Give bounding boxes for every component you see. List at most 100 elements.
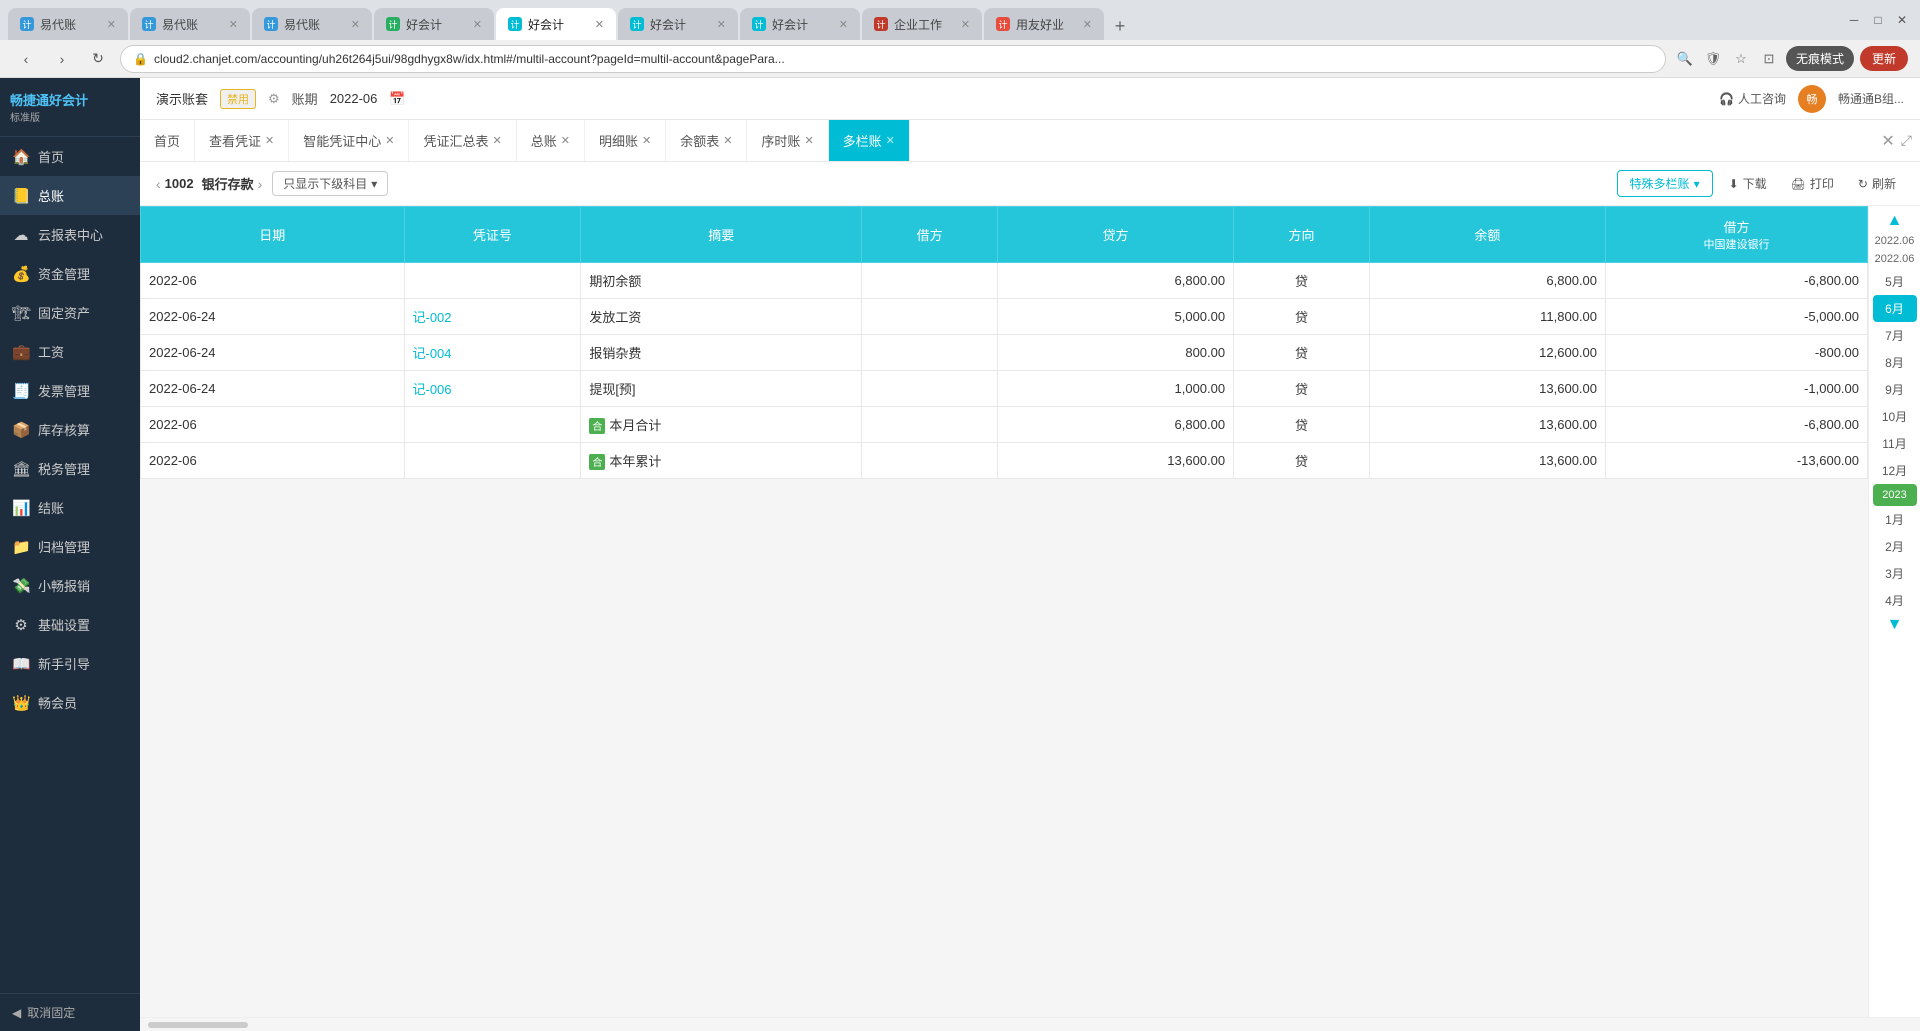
voucher-link[interactable]: 记-002 xyxy=(413,310,452,325)
tab-close-btn[interactable]: ✕ xyxy=(961,18,970,31)
sidebar-item-tax[interactable]: 🏛 税务管理 xyxy=(0,449,140,488)
month-apr[interactable]: 4月 xyxy=(1873,587,1917,614)
browser-tab-4[interactable]: 计 好会计 ✕ xyxy=(496,8,616,40)
tab-close-btn[interactable]: ✕ xyxy=(1083,18,1092,31)
new-tab-button[interactable]: + xyxy=(1106,12,1134,40)
calendar-icon[interactable]: 📅 xyxy=(389,91,405,107)
month-dec[interactable]: 12月 xyxy=(1873,457,1917,484)
settings-icon[interactable]: ⚙ xyxy=(268,91,280,107)
sidebar-item-ledger[interactable]: 📒 总账 xyxy=(0,176,140,215)
sidebar-item-settings[interactable]: ⚙ 基础设置 xyxy=(0,605,140,644)
tab-close-btn[interactable]: ✕ xyxy=(839,18,848,31)
print-button[interactable]: 🖨 打印 xyxy=(1783,171,1842,196)
tab-detail-ledger[interactable]: 明细账 ✕ xyxy=(585,120,666,162)
sidebar-item-fixed-assets[interactable]: 🏗 固定资产 xyxy=(0,293,140,332)
sidebar-item-cloud-reports[interactable]: ☁ 云报表中心 xyxy=(0,215,140,254)
tab-close-btn[interactable]: ✕ xyxy=(473,18,482,31)
tab-view-voucher[interactable]: 查看凭证 ✕ xyxy=(195,120,289,162)
next-subject-btn[interactable]: › xyxy=(258,176,263,192)
tab-close-btn[interactable]: ✕ xyxy=(595,18,604,31)
sidebar-item-vip[interactable]: 👑 畅会员 xyxy=(0,683,140,722)
sidebar-item-archive[interactable]: 📁 归档管理 xyxy=(0,527,140,566)
star-icon[interactable]: ☆ xyxy=(1730,48,1752,70)
month-jun[interactable]: 6月 xyxy=(1873,295,1917,322)
tab-close-icon[interactable]: ✕ xyxy=(642,134,651,147)
sidebar-item-invoice[interactable]: 🧾 发票管理 xyxy=(0,371,140,410)
back-btn[interactable]: ‹ xyxy=(12,45,40,73)
download-button[interactable]: ⬇ 下载 xyxy=(1721,171,1775,196)
sidebar-item-home[interactable]: 🏠 首页 xyxy=(0,137,140,176)
tab-close-icon[interactable]: ✕ xyxy=(723,134,732,147)
special-account-button[interactable]: 特殊多栏账 ▾ xyxy=(1617,170,1713,197)
tab-close-btn[interactable]: ✕ xyxy=(229,18,238,31)
bottom-scrollbar[interactable] xyxy=(140,1017,1920,1031)
prev-subject-btn[interactable]: ‹ xyxy=(156,176,161,192)
minimize-btn[interactable]: ─ xyxy=(1844,10,1864,30)
tab-voucher-summary[interactable]: 凭证汇总表 ✕ xyxy=(409,120,516,162)
cell-date: 2022-06 xyxy=(141,407,405,443)
search-icon[interactable]: 🔍 xyxy=(1674,48,1696,70)
voucher-link[interactable]: 记-004 xyxy=(413,346,452,361)
sidebar-item-salary[interactable]: 💼 工资 xyxy=(0,332,140,371)
tab-close-icon[interactable]: ✕ xyxy=(804,134,813,147)
sidebar-cancel-fixed[interactable]: ◀ 取消固定 xyxy=(0,993,140,1031)
scroll-down-btn[interactable]: ▼ xyxy=(1885,614,1905,636)
browser-tab-6[interactable]: 计 好会计 ✕ xyxy=(740,8,860,40)
browser-tab-5[interactable]: 计 好会计 ✕ xyxy=(618,8,738,40)
refresh-button[interactable]: ↻ 刷新 xyxy=(1850,171,1904,196)
sidebar-item-inventory[interactable]: 📦 库存核算 xyxy=(0,410,140,449)
month-jan[interactable]: 1月 xyxy=(1873,506,1917,533)
month-feb[interactable]: 2月 xyxy=(1873,533,1917,560)
help-label[interactable]: 🎧 人工咨询 xyxy=(1719,90,1786,107)
month-may[interactable]: 5月 xyxy=(1873,268,1917,295)
reload-btn[interactable]: ↻ xyxy=(84,45,112,73)
sidebar-item-guide[interactable]: 📖 新手引导 xyxy=(0,644,140,683)
browser-tab-0[interactable]: 计 易代账 ✕ xyxy=(8,8,128,40)
scrollbar-thumb[interactable] xyxy=(148,1022,248,1028)
tab-close-icon[interactable]: ✕ xyxy=(561,134,570,147)
tab-close-icon[interactable]: ✕ xyxy=(385,134,394,147)
voucher-link[interactable]: 记-006 xyxy=(413,382,452,397)
browser-tab-8[interactable]: 计 用友好业 ✕ xyxy=(984,8,1104,40)
cell-date: 2022-06-24 xyxy=(141,371,405,407)
month-oct[interactable]: 10月 xyxy=(1873,403,1917,430)
tab-multi-column[interactable]: 多栏账 ✕ xyxy=(829,120,910,162)
browser-tab-7[interactable]: 计 企业工作 ✕ xyxy=(862,8,982,40)
month-aug[interactable]: 8月 xyxy=(1873,349,1917,376)
collapse-panel-btn[interactable]: ✕ xyxy=(1881,131,1894,151)
tab-balance[interactable]: 余额表 ✕ xyxy=(666,120,747,162)
month-nov[interactable]: 11月 xyxy=(1873,430,1917,457)
maximize-btn[interactable]: □ xyxy=(1868,10,1888,30)
browser-tab-1[interactable]: 计 易代账 ✕ xyxy=(130,8,250,40)
tab-close-btn[interactable]: ✕ xyxy=(351,18,360,31)
filter-button[interactable]: 只显示下级科目 ▾ xyxy=(272,171,388,196)
shield-icon[interactable]: 🛡 xyxy=(1702,48,1724,70)
browser-tab-2[interactable]: 计 易代账 ✕ xyxy=(252,8,372,40)
tab-close-icon[interactable]: ✕ xyxy=(886,134,895,147)
tab-close-icon[interactable]: ✕ xyxy=(493,134,502,147)
ledger-icon: 📒 xyxy=(12,187,30,205)
forward-btn[interactable]: › xyxy=(48,45,76,73)
sidebar-toggle-icon[interactable]: ⊡ xyxy=(1758,48,1780,70)
tab-time-ledger[interactable]: 序时账 ✕ xyxy=(747,120,828,162)
month-jul[interactable]: 7月 xyxy=(1873,322,1917,349)
tab-general-ledger[interactable]: 总账 ✕ xyxy=(517,120,585,162)
tab-smart-voucher[interactable]: 智能凭证中心 ✕ xyxy=(289,120,409,162)
month-mar[interactable]: 3月 xyxy=(1873,560,1917,587)
close-btn[interactable]: ✕ xyxy=(1892,10,1912,30)
sidebar-item-expense[interactable]: 💸 小畅报销 xyxy=(0,566,140,605)
user-avatar[interactable]: 畅 xyxy=(1798,85,1826,113)
address-input[interactable]: 🔒 cloud2.chanjet.com/accounting/uh26t264… xyxy=(120,45,1666,73)
tab-home[interactable]: 首页 xyxy=(140,120,195,162)
tab-close-btn[interactable]: ✕ xyxy=(717,18,726,31)
update-button[interactable]: 更新 xyxy=(1860,46,1908,71)
sidebar-item-close-books[interactable]: 📊 结账 xyxy=(0,488,140,527)
tab-close-icon[interactable]: ✕ xyxy=(265,134,274,147)
scroll-up-btn[interactable]: ▲ xyxy=(1885,210,1905,232)
month-sep[interactable]: 9月 xyxy=(1873,376,1917,403)
tab-close-btn[interactable]: ✕ xyxy=(107,18,116,31)
sidebar-item-funds[interactable]: 💰 资金管理 xyxy=(0,254,140,293)
expand-panel-btn[interactable]: ⤢ xyxy=(1901,132,1912,149)
browser-tab-3[interactable]: 计 好会计 ✕ xyxy=(374,8,494,40)
no-trace-button[interactable]: 无痕模式 xyxy=(1786,46,1854,71)
